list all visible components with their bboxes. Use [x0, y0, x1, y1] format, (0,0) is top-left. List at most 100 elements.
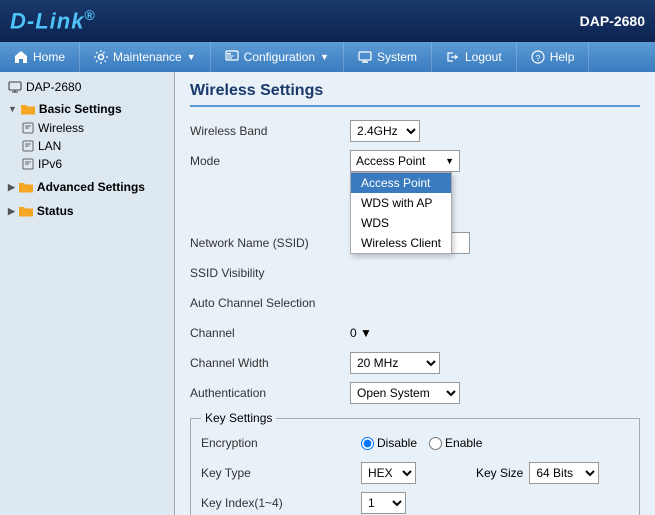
main-layout: DAP-2680 ▼ Basic Settings Wireless LAN I…: [0, 72, 655, 515]
folder-icon-advanced: [19, 181, 33, 193]
encryption-radio-group: Disable Enable: [361, 436, 482, 450]
page-icon-ipv6: [22, 158, 34, 170]
mode-dropdown-menu: Access Point WDS with AP WDS Wireless Cl…: [350, 172, 452, 254]
system-icon: [358, 50, 372, 64]
sidebar-group-advanced: ▶ Advanced Settings: [0, 175, 174, 199]
sidebar-lan-label: LAN: [38, 139, 61, 153]
channel-width-label: Channel Width: [190, 356, 350, 370]
key-index-select[interactable]: 1 2 3 4: [361, 492, 406, 514]
ssid-visibility-row: SSID Visibility: [190, 261, 640, 285]
folder-icon-basic: [21, 103, 35, 115]
encryption-label: Encryption: [201, 436, 361, 450]
mode-label: Mode: [190, 154, 350, 168]
encryption-row: Encryption Disable Enable: [201, 431, 629, 455]
encryption-enable-text: Enable: [445, 436, 482, 450]
expand-icon-basic: ▼: [8, 104, 17, 114]
ssid-visibility-label: SSID Visibility: [190, 266, 350, 280]
mode-option-wds-with-ap[interactable]: WDS with AP: [351, 193, 451, 213]
help-icon: ?: [531, 50, 545, 64]
nav-home[interactable]: Home: [0, 42, 80, 72]
mode-dropdown-arrow: ▼: [445, 156, 454, 166]
channel-value: 0 ▼: [350, 326, 372, 340]
page-icon-wireless: [22, 122, 34, 134]
navbar: Home Maintenance ▼ Configuration ▼ Syste…: [0, 42, 655, 72]
nav-help[interactable]: ? Help: [517, 42, 590, 72]
nav-configuration[interactable]: Configuration ▼: [211, 42, 344, 72]
page-title: Wireless Settings: [190, 82, 640, 107]
key-index-label: Key Index(1~4): [201, 496, 361, 510]
nav-maintenance-label: Maintenance: [113, 50, 182, 64]
mode-option-access-point[interactable]: Access Point: [351, 173, 451, 193]
nav-configuration-arrow: ▼: [320, 52, 329, 62]
key-size-select[interactable]: 64 Bits 128 Bits: [529, 462, 599, 484]
ssid-label: Network Name (SSID): [190, 236, 350, 250]
logo: D-Link®: [10, 7, 96, 34]
sidebar-basic-settings[interactable]: ▼ Basic Settings: [0, 99, 174, 119]
nav-configuration-label: Configuration: [244, 50, 315, 64]
encryption-disable-text: Disable: [377, 436, 417, 450]
nav-system[interactable]: System: [344, 42, 432, 72]
sidebar-device-label: DAP-2680: [26, 80, 81, 94]
expand-icon-status: ▶: [8, 206, 15, 217]
sidebar-basic-label: Basic Settings: [39, 102, 122, 116]
encryption-disable-radio[interactable]: [361, 437, 374, 450]
auto-channel-row: Auto Channel Selection: [190, 291, 640, 315]
sidebar-status[interactable]: ▶ Status: [0, 201, 174, 221]
model-name: DAP-2680: [580, 13, 645, 29]
expand-icon-advanced: ▶: [8, 182, 15, 193]
folder-icon-status: [19, 205, 33, 217]
logo-text: D-Link: [10, 9, 84, 34]
sidebar-child-wireless[interactable]: Wireless: [0, 119, 174, 137]
mode-option-wireless-client[interactable]: Wireless Client: [351, 233, 451, 253]
sidebar-group-status: ▶ Status: [0, 199, 174, 223]
sidebar-status-label: Status: [37, 204, 74, 218]
mode-dropdown-container: Access Point ▼ Access Point WDS with AP …: [350, 150, 460, 172]
wireless-band-row: Wireless Band 2.4GHz 5GHz: [190, 119, 640, 143]
key-settings-fieldset: Key Settings Encryption Disable Enable K…: [190, 411, 640, 515]
sidebar-group-basic: ▼ Basic Settings Wireless LAN IPv6: [0, 97, 174, 175]
content-area: Wireless Settings Wireless Band 2.4GHz 5…: [175, 72, 655, 515]
channel-width-row: Channel Width 20 MHz 40 MHz: [190, 351, 640, 375]
key-type-select[interactable]: HEX ASCII: [361, 462, 416, 484]
sidebar: DAP-2680 ▼ Basic Settings Wireless LAN I…: [0, 72, 175, 515]
auto-channel-label: Auto Channel Selection: [190, 296, 350, 310]
mode-row: Mode Access Point ▼ Access Point WDS wit…: [190, 149, 640, 173]
encryption-enable-radio[interactable]: [429, 437, 442, 450]
encryption-enable-label[interactable]: Enable: [429, 436, 482, 450]
gear-icon: [94, 50, 108, 64]
nav-help-label: Help: [550, 50, 575, 64]
nav-home-label: Home: [33, 50, 65, 64]
channel-row: Channel 0 ▼: [190, 321, 640, 345]
config-icon: [225, 50, 239, 64]
sidebar-child-lan[interactable]: LAN: [0, 137, 174, 155]
sidebar-wireless-label: Wireless: [38, 121, 84, 135]
nav-maintenance[interactable]: Maintenance ▼: [80, 42, 211, 72]
sidebar-advanced-settings[interactable]: ▶ Advanced Settings: [0, 177, 174, 197]
nav-logout[interactable]: Logout: [432, 42, 517, 72]
channel-width-select[interactable]: 20 MHz 40 MHz: [350, 352, 440, 374]
key-settings-legend: Key Settings: [201, 411, 276, 425]
authentication-select[interactable]: Open System WPA-Personal WPA2-Personal W…: [350, 382, 460, 404]
sidebar-item-device[interactable]: DAP-2680: [0, 77, 174, 97]
nav-system-label: System: [377, 50, 417, 64]
wireless-band-select[interactable]: 2.4GHz 5GHz: [350, 120, 420, 142]
sidebar-ipv6-label: IPv6: [38, 157, 62, 171]
nav-maintenance-arrow: ▼: [187, 52, 196, 62]
key-type-row: Key Type HEX ASCII Key Size 64 Bits 128 …: [201, 461, 629, 485]
logout-icon: [446, 50, 460, 64]
mode-option-wds[interactable]: WDS: [351, 213, 451, 233]
authentication-row: Authentication Open System WPA-Personal …: [190, 381, 640, 405]
header: D-Link® DAP-2680: [0, 0, 655, 42]
mode-select-button[interactable]: Access Point ▼: [350, 150, 460, 172]
channel-label: Channel: [190, 326, 350, 340]
page-icon-lan: [22, 140, 34, 152]
encryption-disable-label[interactable]: Disable: [361, 436, 417, 450]
sidebar-child-ipv6[interactable]: IPv6: [0, 155, 174, 173]
logo-mark: ®: [84, 7, 95, 23]
authentication-label: Authentication: [190, 386, 350, 400]
key-index-row: Key Index(1~4) 1 2 3 4: [201, 491, 629, 515]
svg-text:?: ?: [535, 54, 540, 63]
key-size-label: Key Size: [476, 466, 523, 480]
computer-icon: [8, 80, 22, 94]
home-icon: [14, 50, 28, 64]
